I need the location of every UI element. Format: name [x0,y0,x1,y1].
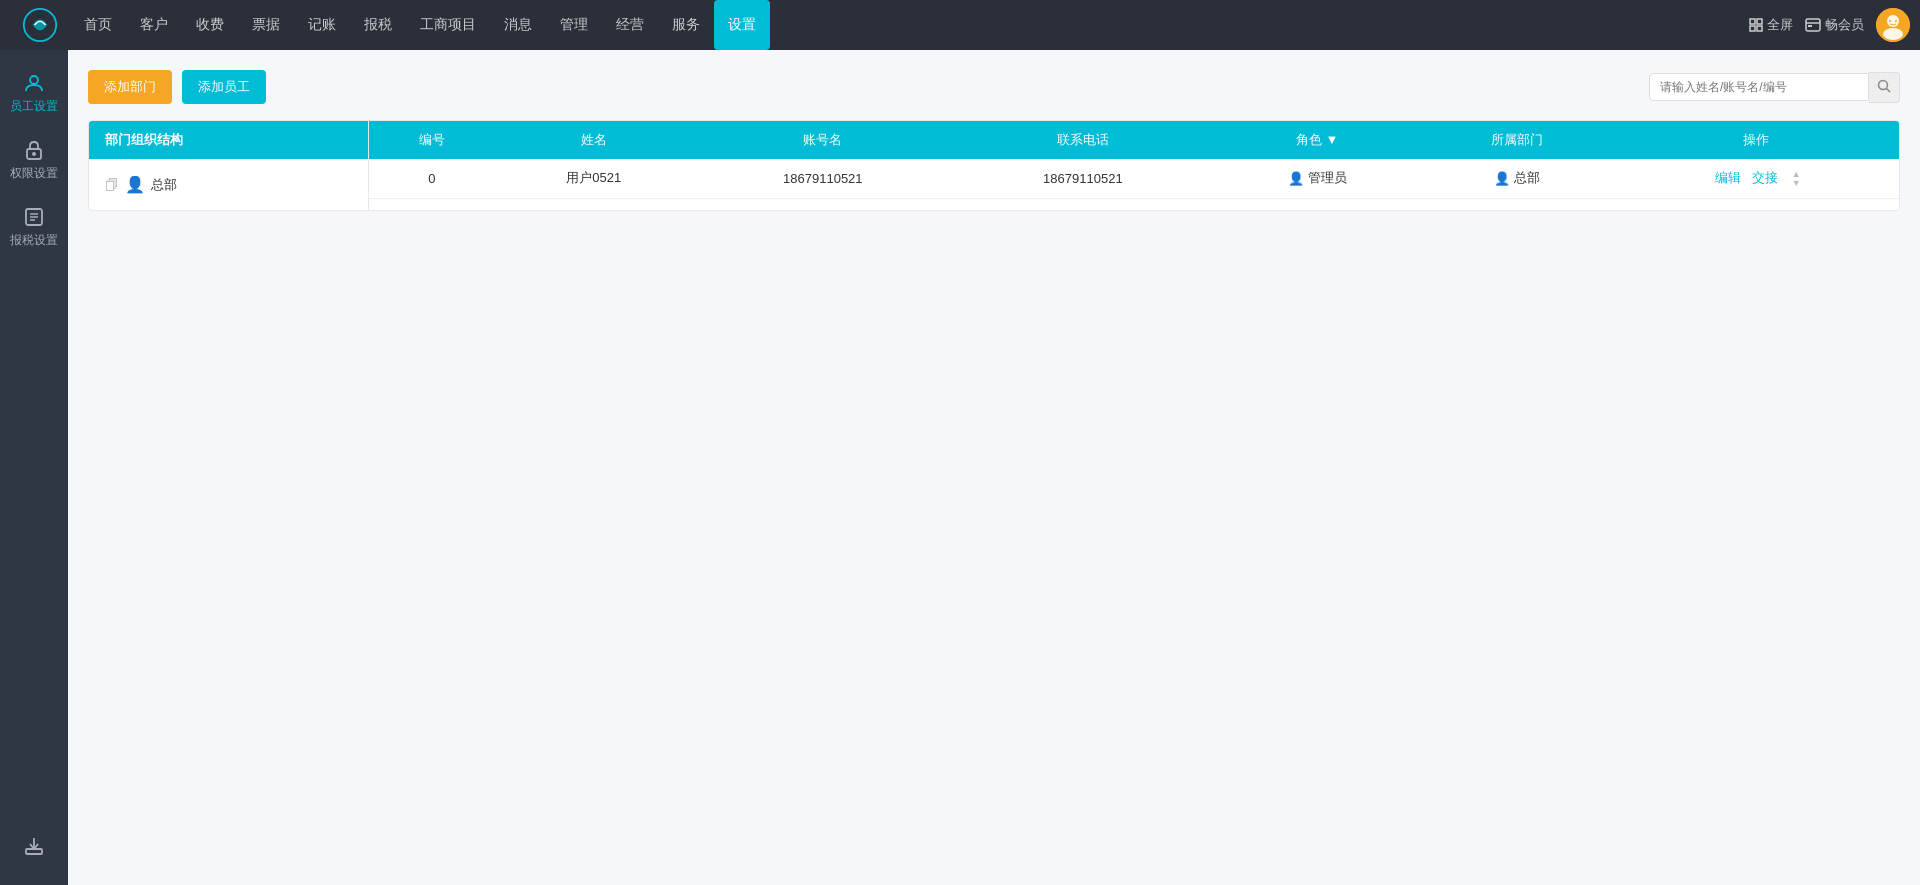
fullscreen-label: 全屏 [1767,16,1793,34]
export-icon [23,835,45,857]
svg-point-13 [30,76,38,84]
dept-name: 总部 [151,176,177,194]
svg-line-23 [1887,88,1891,92]
sidebar-employee-label: 员工设置 [10,98,58,115]
logo-icon [22,7,58,43]
permission-icon [23,139,45,161]
nav-invoice[interactable]: 票据 [238,0,294,50]
cell-ops: 编辑 交接 ▲ ▼ [1612,159,1899,198]
col-dept: 所属部门 [1421,121,1612,159]
member-icon [1805,18,1821,32]
dept-item-root[interactable]: 🗍 👤 总部 [89,167,368,202]
col-id: 编号 [369,121,495,159]
avatar-icon [1876,8,1910,42]
dept-file-icon: 🗍 [105,177,119,193]
logo [10,7,70,43]
nav-account[interactable]: 记账 [294,0,350,50]
nav-service[interactable]: 服务 [658,0,714,50]
nav-home[interactable]: 首页 [70,0,126,50]
col-name: 姓名 [495,121,693,159]
dept-panel-header: 部门组织结构 [89,121,368,159]
svg-rect-4 [1757,26,1762,31]
edit-link[interactable]: 编辑 [1715,170,1741,185]
cell-role: 👤 管理员 [1213,159,1421,198]
fullscreen-icon [1749,18,1763,32]
col-role[interactable]: 角色 ▼ [1213,121,1421,159]
svg-rect-2 [1757,19,1762,24]
member-button[interactable]: 畅会员 [1805,16,1864,34]
nav-tax[interactable]: 报税 [350,0,406,50]
table-body: 0 用户0521 18679110521 18679110521 👤 管理员 [369,159,1899,198]
table-header: 编号 姓名 账号名 联系电话 角色 ▼ 所属部门 操作 [369,121,1899,159]
nav-settings[interactable]: 设置 [714,0,770,50]
nav-items: 首页 客户 收费 票据 记账 报税 工商项目 消息 管理 经营 服务 设置 [70,0,1749,50]
nav-fee[interactable]: 收费 [182,0,238,50]
row-scroll-arrows: ▲ ▼ [1792,170,1801,188]
nav-customer[interactable]: 客户 [126,0,182,50]
member-label: 畅会员 [1825,16,1864,34]
sidebar-item-export[interactable] [23,823,45,869]
col-account: 账号名 [693,121,953,159]
col-ops: 操作 [1612,121,1899,159]
sidebar-item-employee[interactable]: 员工设置 [0,60,68,127]
svg-point-10 [1883,28,1903,40]
tax-settings-icon [23,206,45,228]
svg-rect-7 [1808,25,1812,27]
svg-rect-3 [1750,26,1755,31]
nav-bizproject[interactable]: 工商项目 [406,0,490,50]
dept-tree: 🗍 👤 总部 [89,159,368,210]
sidebar-bottom [23,823,45,885]
search-icon [1877,79,1891,93]
svg-rect-5 [1806,19,1820,31]
employee-table: 编号 姓名 账号名 联系电话 角色 ▼ 所属部门 操作 0 用户0521 186… [369,121,1899,199]
role-name: 管理员 [1308,169,1347,187]
role-user-icon: 👤 [1288,171,1304,186]
sidebar-item-tax[interactable]: 报税设置 [0,194,68,261]
cell-id: 0 [369,159,495,198]
toolbar: 添加部门 添加员工 [88,70,1900,104]
svg-point-11 [1889,20,1891,22]
col-phone: 联系电话 [953,121,1213,159]
top-nav: 首页 客户 收费 票据 记账 报税 工商项目 消息 管理 经营 服务 设置 全屏 [0,0,1920,50]
cell-dept: 👤 总部 [1421,159,1612,198]
table-row: 0 用户0521 18679110521 18679110521 👤 管理员 [369,159,1899,198]
cell-phone: 18679110521 [953,159,1213,198]
sidebar: 员工设置 权限设置 报税设置 [0,50,68,885]
sidebar-tax-label: 报税设置 [10,232,58,249]
search-input[interactable] [1649,73,1869,101]
employee-table-panel: 编号 姓名 账号名 联系电话 角色 ▼ 所属部门 操作 0 用户0521 186… [369,121,1899,210]
search-button[interactable] [1869,72,1900,103]
nav-manage[interactable]: 管理 [546,0,602,50]
nav-operation[interactable]: 经营 [602,0,658,50]
svg-point-15 [32,152,36,156]
main-content: 添加部门 添加员工 部门组织结构 🗍 👤 总部 [68,50,1920,885]
dept-user-icon: 👤 [125,175,145,194]
dept-row-user-icon: 👤 [1494,171,1510,186]
nav-message[interactable]: 消息 [490,0,546,50]
content-area: 部门组织结构 🗍 👤 总部 编号 姓名 账号名 联系电话 角色 ▼ [88,120,1900,211]
employee-icon [23,72,45,94]
nav-right: 全屏 畅会员 [1749,8,1910,42]
search-box [1649,72,1900,103]
svg-point-12 [1895,20,1897,22]
dept-panel: 部门组织结构 🗍 👤 总部 [89,121,369,210]
dept-value: 总部 [1514,169,1540,187]
scroll-down-arrow[interactable]: ▼ [1792,179,1801,188]
sidebar-item-permission[interactable]: 权限设置 [0,127,68,194]
svg-point-22 [1879,80,1888,89]
cell-name: 用户0521 [495,159,693,198]
transfer-link[interactable]: 交接 [1752,170,1778,185]
add-dept-button[interactable]: 添加部门 [88,70,172,104]
sidebar-permission-label: 权限设置 [10,165,58,182]
fullscreen-button[interactable]: 全屏 [1749,16,1793,34]
user-avatar[interactable] [1876,8,1910,42]
add-employee-button[interactable]: 添加员工 [182,70,266,104]
cell-account: 18679110521 [693,159,953,198]
svg-rect-1 [1750,19,1755,24]
